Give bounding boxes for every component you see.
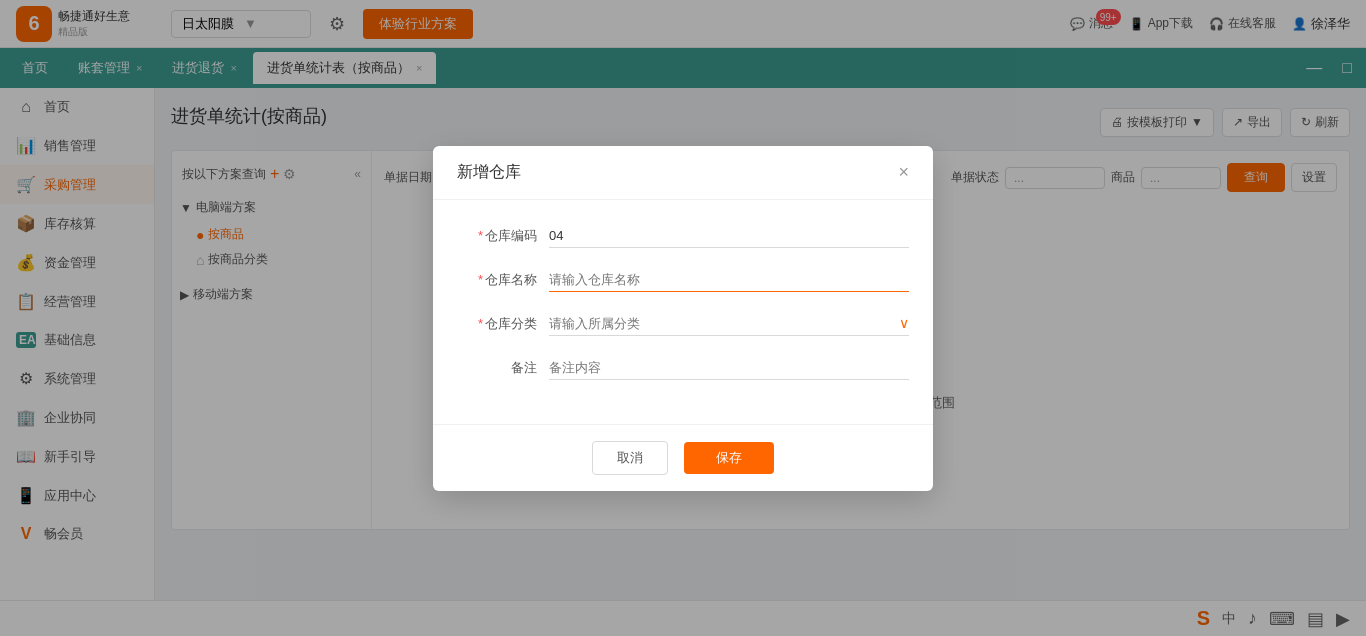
code-label: 仓库编码 [457,227,537,245]
remark-input[interactable] [549,356,909,380]
name-input[interactable] [549,268,909,292]
form-row-code: 仓库编码 [457,224,909,248]
modal-title: 新增仓库 [457,162,521,183]
remark-label: 备注 [457,359,537,377]
form-row-name: 仓库名称 [457,268,909,292]
category-dropdown[interactable]: ∨ [549,312,909,336]
modal-body: 仓库编码 仓库名称 仓库分类 ∨ 备注 [433,200,933,424]
modal-footer: 取消 保存 [433,424,933,491]
cancel-button[interactable]: 取消 [592,441,668,475]
modal-close-button[interactable]: × [898,163,909,181]
modal-add-warehouse: 新增仓库 × 仓库编码 仓库名称 仓库分类 ∨ [433,146,933,491]
form-row-category: 仓库分类 ∨ [457,312,909,336]
category-label: 仓库分类 [457,315,537,333]
save-button[interactable]: 保存 [684,442,774,474]
form-row-remark: 备注 [457,356,909,380]
code-input[interactable] [549,224,909,248]
category-input[interactable] [549,312,899,335]
name-label: 仓库名称 [457,271,537,289]
modal-overlay[interactable]: 新增仓库 × 仓库编码 仓库名称 仓库分类 ∨ [0,0,1366,636]
category-dropdown-arrow: ∨ [899,315,909,331]
modal-header: 新增仓库 × [433,146,933,200]
